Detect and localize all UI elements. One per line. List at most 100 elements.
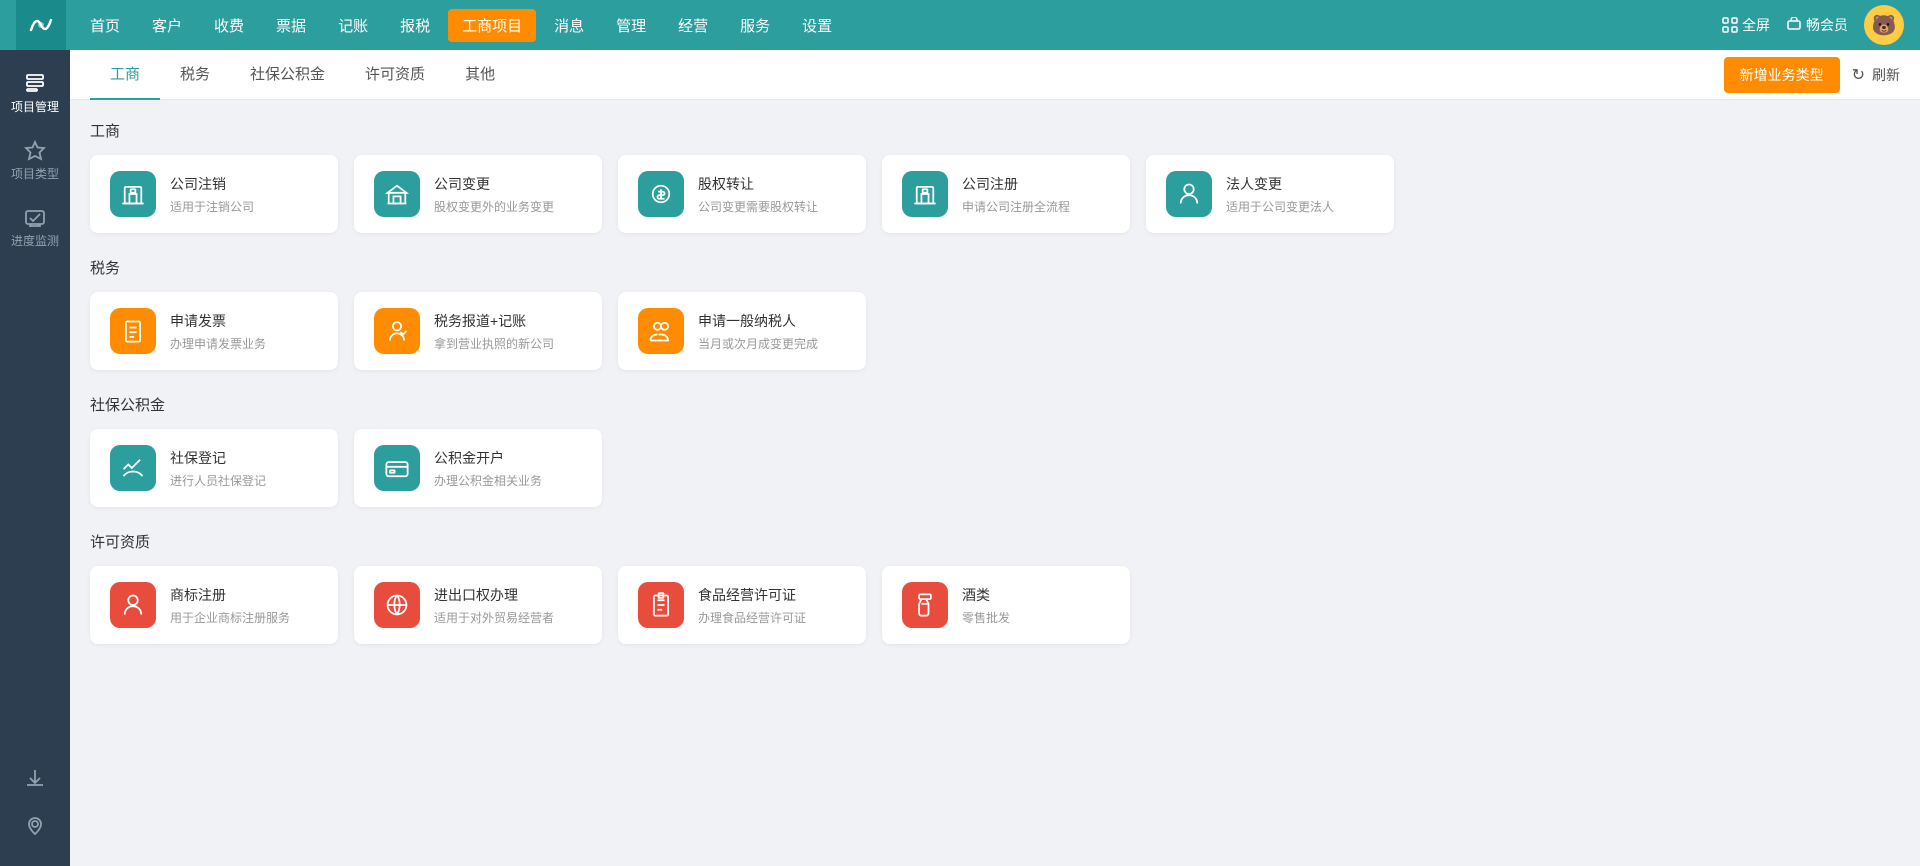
card-desc: 当月或次月成变更完成	[698, 335, 846, 352]
sidebar-item-project-management[interactable]: 项目管理	[0, 60, 70, 127]
refresh-button[interactable]: ↻刷新	[1852, 65, 1900, 85]
top-nav: 首页客户收费票据记账报税工商项目消息管理经营服务设置 全屏 畅会员 🐻	[0, 0, 1920, 50]
section-title: 税务	[90, 257, 1900, 278]
card-info: 商标注册用于企业商标注册服务	[170, 585, 318, 626]
cards-grid: 申请发票办理申请发票业务税务报道+记账拿到营业执照的新公司申请一般纳税人当月或次…	[90, 292, 1900, 370]
nav-item-设置[interactable]: 设置	[788, 9, 846, 42]
card-info: 股权转让公司变更需要股权转让	[698, 174, 846, 215]
sidebar-item-project-type[interactable]: 项目类型	[0, 127, 70, 194]
nav-item-管理[interactable]: 管理	[602, 9, 660, 42]
download-icon[interactable]	[15, 758, 55, 798]
card-info: 公司注销适用于注销公司	[170, 174, 318, 215]
card-name: 公司变更	[434, 174, 582, 194]
sub-tab-社保公积金[interactable]: 社保公积金	[230, 50, 345, 100]
card-info: 申请发票办理申请发票业务	[170, 311, 318, 352]
card-desc: 公司变更需要股权转让	[698, 198, 846, 215]
card-食品经营许可证[interactable]: 食品经营许可证办理食品经营许可证	[618, 566, 866, 644]
sub-tab-许可资质[interactable]: 许可资质	[345, 50, 445, 100]
sub-tab-其他[interactable]: 其他	[445, 50, 515, 100]
section-工商: 工商公司注销适用于注销公司 公司变更股权变更外的业务变更 股权转让公司变更需要股权转…	[90, 120, 1900, 233]
card-name: 申请发票	[170, 311, 318, 331]
card-info: 税务报道+记账拿到营业执照的新公司	[434, 311, 582, 352]
card-name: 进出口权办理	[434, 585, 582, 605]
card-desc: 办理申请发票业务	[170, 335, 318, 352]
card-icon	[374, 308, 420, 354]
top-nav-menu: 首页客户收费票据记账报税工商项目消息管理经营服务设置	[76, 9, 1722, 42]
card-商标注册[interactable]: 商标注册用于企业商标注册服务	[90, 566, 338, 644]
card-社保登记[interactable]: 社保登记进行人员社保登记	[90, 429, 338, 507]
cards-grid: 公司注销适用于注销公司公司变更股权变更外的业务变更股权转让公司变更需要股权转让公…	[90, 155, 1900, 233]
card-desc: 申请公司注册全流程	[962, 198, 1110, 215]
section-社保公积金: 社保公积金社保登记进行人员社保登记 公积金开户办理公积金相关业务	[90, 394, 1900, 507]
card-icon	[902, 171, 948, 217]
card-name: 公司注册	[962, 174, 1110, 194]
card-公司注册[interactable]: 公司注册申请公司注册全流程	[882, 155, 1130, 233]
sidebar-item-progress-monitor[interactable]: 进度监测	[0, 194, 70, 261]
card-icon	[638, 308, 684, 354]
card-info: 公积金开户办理公积金相关业务	[434, 448, 582, 489]
section-title: 工商	[90, 120, 1900, 141]
card-icon	[638, 582, 684, 628]
card-酒类[interactable]: 酒类零售批发	[882, 566, 1130, 644]
sub-tab-工商[interactable]: 工商	[90, 50, 160, 100]
nav-item-票据[interactable]: 票据	[262, 9, 320, 42]
card-进出口权办理[interactable]: 进出口权办理适用于对外贸易经营者	[354, 566, 602, 644]
card-info: 公司变更股权变更外的业务变更	[434, 174, 582, 215]
nav-item-工商项目[interactable]: 工商项目	[448, 9, 536, 42]
card-desc: 零售批发	[962, 609, 1110, 626]
nav-item-消息[interactable]: 消息	[540, 9, 598, 42]
card-股权转让[interactable]: 股权转让公司变更需要股权转让	[618, 155, 866, 233]
card-desc: 拿到营业执照的新公司	[434, 335, 582, 352]
card-税务报道+记账[interactable]: 税务报道+记账拿到营业执照的新公司	[354, 292, 602, 370]
card-name: 食品经营许可证	[698, 585, 846, 605]
card-icon	[638, 171, 684, 217]
section-title: 社保公积金	[90, 394, 1900, 415]
card-公司变更[interactable]: 公司变更股权变更外的业务变更	[354, 155, 602, 233]
fullscreen-btn[interactable]: 全屏	[1722, 15, 1770, 35]
card-name: 公司注销	[170, 174, 318, 194]
card-info: 法人变更适用于公司变更法人	[1226, 174, 1374, 215]
nav-item-客户[interactable]: 客户	[138, 9, 196, 42]
card-name: 税务报道+记账	[434, 311, 582, 331]
content-area: 工商税务社保公积金许可资质其他新增业务类型↻刷新 工商公司注销适用于注销公司公司…	[70, 50, 1920, 866]
scrollable-content: 工商公司注销适用于注销公司 公司变更股权变更外的业务变更 股权转让公司变更需要股权转…	[70, 100, 1920, 866]
card-icon	[110, 445, 156, 491]
nav-item-服务[interactable]: 服务	[726, 9, 784, 42]
card-申请一般纳税人[interactable]: 申请一般纳税人当月或次月成变更完成	[618, 292, 866, 370]
card-desc: 股权变更外的业务变更	[434, 198, 582, 215]
card-info: 进出口权办理适用于对外贸易经营者	[434, 585, 582, 626]
card-公司注销[interactable]: 公司注销适用于注销公司	[90, 155, 338, 233]
location-icon[interactable]	[15, 806, 55, 846]
nav-item-记账[interactable]: 记账	[324, 9, 382, 42]
card-icon	[374, 445, 420, 491]
nav-item-报税[interactable]: 报税	[386, 9, 444, 42]
card-name: 公积金开户	[434, 448, 582, 468]
card-申请发票[interactable]: 申请发票办理申请发票业务	[90, 292, 338, 370]
nav-item-经营[interactable]: 经营	[664, 9, 722, 42]
cards-grid: 社保登记进行人员社保登记 公积金开户办理公积金相关业务	[90, 429, 1900, 507]
top-nav-right: 全屏 畅会员 🐻	[1722, 5, 1904, 45]
add-type-button[interactable]: 新增业务类型	[1724, 57, 1840, 93]
card-法人变更[interactable]: 法人变更适用于公司变更法人	[1146, 155, 1394, 233]
card-desc: 办理食品经营许可证	[698, 609, 846, 626]
card-info: 酒类零售批发	[962, 585, 1110, 626]
tab-actions: 新增业务类型 ↻刷新	[1724, 57, 1900, 93]
card-icon	[110, 308, 156, 354]
card-info: 公司注册申请公司注册全流程	[962, 174, 1110, 215]
nav-item-首页[interactable]: 首页	[76, 9, 134, 42]
sidebar-bottom	[15, 758, 55, 866]
card-name: 股权转让	[698, 174, 846, 194]
left-sidebar: 项目管理 项目类型 进度监测	[0, 50, 70, 866]
card-icon	[1166, 171, 1212, 217]
card-icon	[374, 171, 420, 217]
card-name: 酒类	[962, 585, 1110, 605]
card-公积金开户[interactable]: 公积金开户办理公积金相关业务	[354, 429, 602, 507]
card-name: 法人变更	[1226, 174, 1374, 194]
sub-tab-bar: 工商税务社保公积金许可资质其他 新增业务类型 ↻刷新	[70, 50, 1920, 100]
card-name: 商标注册	[170, 585, 318, 605]
sub-tab-税务[interactable]: 税务	[160, 50, 230, 100]
cards-grid: 商标注册用于企业商标注册服务进出口权办理适用于对外贸易经营者食品经营许可证办理食…	[90, 566, 1900, 644]
main-layout: 项目管理 项目类型 进度监测	[0, 50, 1920, 866]
vip-btn[interactable]: 畅会员	[1786, 15, 1848, 35]
nav-item-收费[interactable]: 收费	[200, 9, 258, 42]
